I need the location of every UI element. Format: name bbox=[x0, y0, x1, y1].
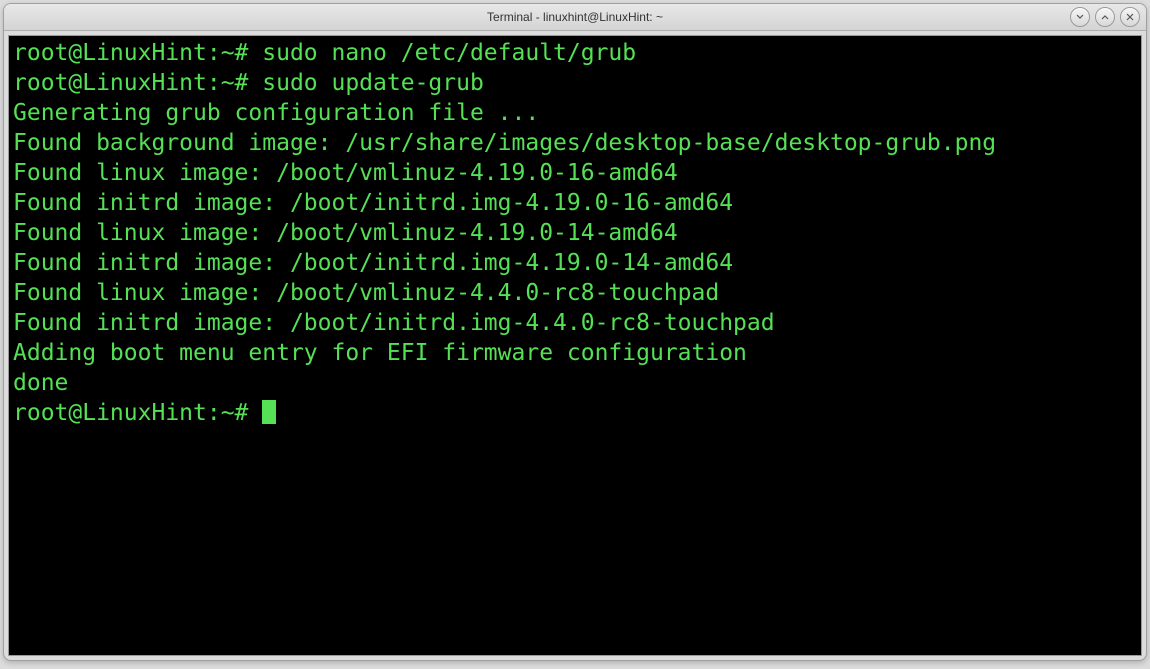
maximize-icon bbox=[1101, 13, 1109, 21]
minimize-button[interactable] bbox=[1070, 7, 1090, 27]
shell-output: Found linux image: /boot/vmlinuz-4.19.0-… bbox=[13, 220, 678, 246]
terminal-line: Found background image: /usr/share/image… bbox=[13, 128, 1137, 158]
shell-output: Found linux image: /boot/vmlinuz-4.19.0-… bbox=[13, 160, 678, 186]
terminal-line: Generating grub configuration file ... bbox=[13, 98, 1137, 128]
shell-prompt: root@LinuxHint:~# bbox=[13, 400, 262, 426]
shell-output: done bbox=[13, 370, 68, 396]
shell-output: Found initrd image: /boot/initrd.img-4.1… bbox=[13, 250, 733, 276]
close-button[interactable] bbox=[1120, 7, 1140, 27]
terminal-line: Found linux image: /boot/vmlinuz-4.19.0-… bbox=[13, 218, 1137, 248]
terminal-line: Found linux image: /boot/vmlinuz-4.4.0-r… bbox=[13, 278, 1137, 308]
titlebar[interactable]: Terminal - linuxhint@LinuxHint: ~ bbox=[4, 4, 1146, 31]
terminal-line: root@LinuxHint:~# bbox=[13, 398, 1137, 428]
minimize-icon bbox=[1076, 13, 1084, 21]
shell-command: sudo update-grub bbox=[262, 70, 484, 96]
shell-output: Found initrd image: /boot/initrd.img-4.4… bbox=[13, 310, 775, 336]
shell-prompt: root@LinuxHint:~# bbox=[13, 40, 262, 66]
shell-output: Found initrd image: /boot/initrd.img-4.1… bbox=[13, 190, 733, 216]
shell-output: Found background image: /usr/share/image… bbox=[13, 130, 996, 156]
terminal-line: Found initrd image: /boot/initrd.img-4.4… bbox=[13, 308, 1137, 338]
terminal-line: Adding boot menu entry for EFI firmware … bbox=[13, 338, 1137, 368]
maximize-button[interactable] bbox=[1095, 7, 1115, 27]
terminal-line: done bbox=[13, 368, 1137, 398]
cursor bbox=[262, 400, 276, 424]
shell-command: sudo nano /etc/default/grub bbox=[262, 40, 636, 66]
terminal-line: root@LinuxHint:~# sudo nano /etc/default… bbox=[13, 38, 1137, 68]
terminal-line: root@LinuxHint:~# sudo update-grub bbox=[13, 68, 1137, 98]
terminal-line: Found initrd image: /boot/initrd.img-4.1… bbox=[13, 248, 1137, 278]
terminal-window: Terminal - linuxhint@LinuxHint: ~ root@L… bbox=[3, 3, 1147, 661]
terminal-line: Found linux image: /boot/vmlinuz-4.19.0-… bbox=[13, 158, 1137, 188]
shell-output: Found linux image: /boot/vmlinuz-4.4.0-r… bbox=[13, 280, 719, 306]
shell-output: Generating grub configuration file ... bbox=[13, 100, 539, 126]
terminal-body[interactable]: root@LinuxHint:~# sudo nano /etc/default… bbox=[8, 35, 1142, 656]
shell-prompt: root@LinuxHint:~# bbox=[13, 70, 262, 96]
window-title: Terminal - linuxhint@LinuxHint: ~ bbox=[487, 10, 663, 24]
close-icon bbox=[1126, 13, 1134, 21]
shell-output: Adding boot menu entry for EFI firmware … bbox=[13, 340, 747, 366]
window-controls bbox=[1070, 7, 1140, 27]
terminal-line: Found initrd image: /boot/initrd.img-4.1… bbox=[13, 188, 1137, 218]
